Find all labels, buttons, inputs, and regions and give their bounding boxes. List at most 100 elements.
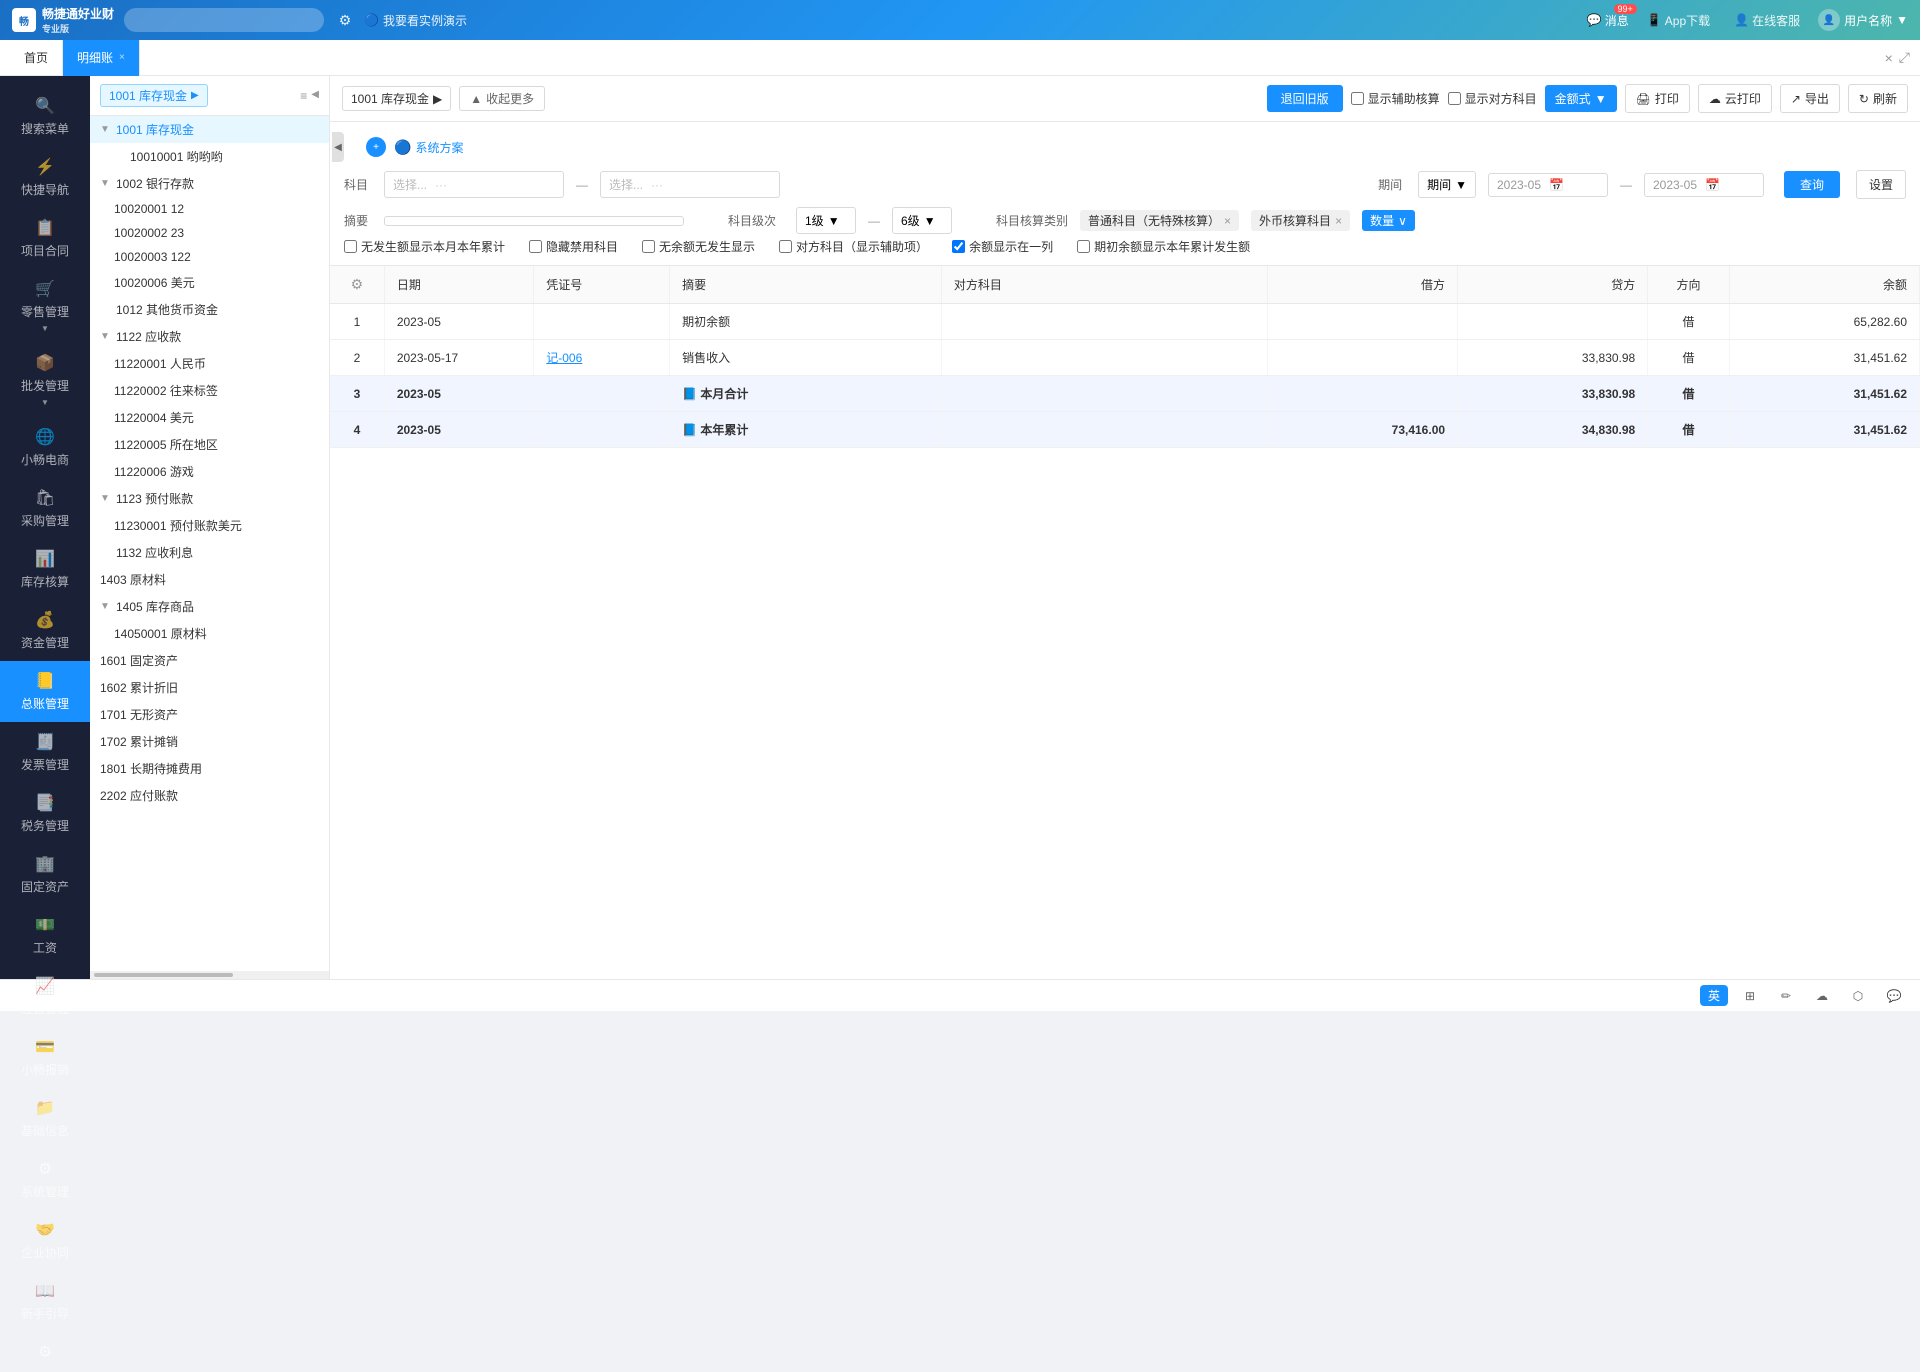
nav-operation[interactable]: 📈 经营管理 <box>0 966 90 1027</box>
user-btn[interactable]: 👤 用户名称 ▼ <box>1818 9 1908 31</box>
category-tag-1-close[interactable]: × <box>1224 214 1231 228</box>
tree-item-1122[interactable]: ▼ 1122 应收款 <box>90 323 329 350</box>
tree-item-1601[interactable]: 1601 固定资产 <box>90 647 329 674</box>
tree-item-11220002[interactable]: 11220002 往来标签 <box>90 377 329 404</box>
tree-item-10020001[interactable]: 10020001 12 <box>90 197 329 221</box>
filter-add-icon[interactable]: + <box>366 137 386 157</box>
tree-item-10020006[interactable]: 10020006 美元 <box>90 269 329 296</box>
cloud-print-btn[interactable]: ☁ 云打印 <box>1698 84 1772 113</box>
tree-item-10020002[interactable]: 10020002 23 <box>90 221 329 245</box>
nav-marketing[interactable]: 💳 小畅报销 <box>0 1027 90 1088</box>
show-opposite-checkbox[interactable] <box>1448 92 1461 105</box>
nav-retail[interactable]: 🛒 零售管理 ▼ <box>0 269 90 343</box>
tree-item-10020003[interactable]: 10020003 122 <box>90 245 329 269</box>
nav-salary[interactable]: 💵 工资 <box>0 905 90 966</box>
tree-item-11220004[interactable]: 11220004 美元 <box>90 404 329 431</box>
nav-inventory[interactable]: 📊 库存核算 <box>0 539 90 600</box>
tree-item-1012[interactable]: 1012 其他货币资金 <box>90 296 329 323</box>
tree-item-2202[interactable]: 2202 应付账款 <box>90 782 329 809</box>
tree-item-1801[interactable]: 1801 长期待摊费用 <box>90 755 329 782</box>
no-balance-checkbox[interactable] <box>642 240 655 253</box>
nav-search[interactable]: 🔍 搜索菜单 <box>0 86 90 147</box>
account-tag[interactable]: 1001 库存现金 ▶ <box>100 84 208 107</box>
subject-input[interactable]: 选择... ··· <box>384 171 564 198</box>
tree-collapse-icon[interactable]: ◀ <box>311 89 319 103</box>
demo-link[interactable]: 🔵 我要看实例演示 <box>364 12 467 29</box>
tab-ledger[interactable]: 明细账 × <box>63 40 140 76</box>
nav-invoice[interactable]: 🧾 发票管理 <box>0 722 90 783</box>
panel-expand-icon[interactable]: ⤢ <box>1899 49 1910 66</box>
bottom-icon-1[interactable]: ⊞ <box>1736 982 1764 1010</box>
tab-close-icon[interactable]: × <box>119 52 125 63</box>
category-tag-1[interactable]: 普通科目（无特殊核算） × <box>1080 210 1239 231</box>
category-tag-2-close[interactable]: × <box>1335 214 1342 228</box>
balance-one-col-check[interactable]: 余额显示在一列 <box>952 238 1053 255</box>
period-type-select[interactable]: 期间 ▼ <box>1418 171 1476 198</box>
no-occurrence-checkbox[interactable] <box>344 240 357 253</box>
notification-btn[interactable]: 💬 消息 99+ <box>1587 12 1629 29</box>
opposite-display-checkbox[interactable] <box>779 240 792 253</box>
nav-basic[interactable]: 📁 基础信息 <box>0 1088 90 1149</box>
tree-item-1132[interactable]: 1132 应收利息 <box>90 539 329 566</box>
query-btn[interactable]: 查询 <box>1784 171 1840 198</box>
beginning-checkbox[interactable] <box>1077 240 1090 253</box>
nav-ledger[interactable]: 📒 总账管理 <box>0 661 90 722</box>
balance-one-col-checkbox[interactable] <box>952 240 965 253</box>
amount-style-btn[interactable]: 金额式 ▼ <box>1545 85 1617 112</box>
tree-item-1701[interactable]: 1701 无形资产 <box>90 701 329 728</box>
show-auxiliary-check[interactable]: 显示辅助核算 <box>1351 90 1440 107</box>
bottom-icon-4[interactable]: ⬡ <box>1844 982 1872 1010</box>
lang-btn[interactable]: 英 <box>1700 985 1728 1006</box>
nav-purchase[interactable]: 🛍 采购管理 <box>0 478 90 539</box>
settings-icon[interactable]: ⚙ <box>334 9 356 31</box>
tree-item-1702[interactable]: 1702 累计摊销 <box>90 728 329 755</box>
opposite-display-check[interactable]: 对方科目（显示辅助项） <box>779 238 928 255</box>
nav-settings-btn[interactable]: ⚙ <box>33 1332 57 1372</box>
tree-item-1602[interactable]: 1602 累计折旧 <box>90 674 329 701</box>
tree-item-10010001[interactable]: 10010001 哟哟哟 <box>90 143 329 170</box>
col-settings-header[interactable]: ⚙ <box>330 266 384 304</box>
nav-enterprise[interactable]: 🤝 企业协同 <box>0 1210 90 1271</box>
category-tag-2[interactable]: 外币核算科目 × <box>1251 210 1350 231</box>
filter-collapse-btn[interactable]: ◀ <box>332 132 344 162</box>
nav-system[interactable]: ⚙ 系统管理 <box>0 1149 90 1210</box>
nav-shortcut[interactable]: ⚡ 快捷导航 <box>0 147 90 208</box>
nav-tax[interactable]: 📑 税务管理 <box>0 783 90 844</box>
period-end-input[interactable]: 2023-05 📅 <box>1644 173 1764 197</box>
summary-input[interactable] <box>384 216 684 226</box>
show-opposite-check[interactable]: 显示对方科目 <box>1448 90 1537 107</box>
no-occurrence-check[interactable]: 无发生额显示本月本年累计 <box>344 238 505 255</box>
nav-project[interactable]: 📋 项目合同 <box>0 208 90 269</box>
tree-item-1403[interactable]: 1403 原材料 <box>90 566 329 593</box>
print-btn[interactable]: 🖨 打印 <box>1625 84 1690 113</box>
tree-item-1002[interactable]: ▼ 1002 银行存款 <box>90 170 329 197</box>
tree-item-14050001[interactable]: 14050001 原材料 <box>90 620 329 647</box>
tree-item-11220001[interactable]: 11220001 人民币 <box>90 350 329 377</box>
tree-item-1001[interactable]: ▼ 1001 库存现金 <box>90 116 329 143</box>
online-service-btn[interactable]: 👤 在线客服 <box>1728 10 1806 31</box>
show-auxiliary-checkbox[interactable] <box>1351 92 1364 105</box>
nav-assets[interactable]: 🏢 固定资产 <box>0 844 90 905</box>
search-input[interactable] <box>124 8 324 32</box>
row-voucher[interactable]: 记-006 <box>534 340 670 376</box>
tree-list-icon[interactable]: ≡ <box>300 89 307 103</box>
nav-ecommerce[interactable]: 🌐 小畅电商 <box>0 417 90 478</box>
setting-btn[interactable]: 设置 <box>1856 170 1906 199</box>
tree-item-11230001[interactable]: 11230001 预付账款美元 <box>90 512 329 539</box>
return-old-btn[interactable]: 退回旧版 <box>1267 85 1343 112</box>
expand-btn[interactable]: ▲ 收起更多 <box>459 86 545 111</box>
settings-gear-icon[interactable]: ⚙ <box>351 276 364 292</box>
level-end-select[interactable]: 6级 ▼ <box>892 207 952 234</box>
tree-item-1405[interactable]: ▼ 1405 库存商品 <box>90 593 329 620</box>
tree-item-1123[interactable]: ▼ 1123 预付账款 <box>90 485 329 512</box>
tree-item-11220006[interactable]: 11220006 游戏 <box>90 458 329 485</box>
tree-scrollbar[interactable] <box>90 971 329 979</box>
category-tag-3[interactable]: 数量 ∨ <box>1362 210 1415 231</box>
bottom-icon-2[interactable]: ✏ <box>1772 982 1800 1010</box>
level-start-select[interactable]: 1级 ▼ <box>796 207 856 234</box>
tab-home[interactable]: 首页 <box>10 40 63 76</box>
nav-capital[interactable]: 💰 资金管理 <box>0 600 90 661</box>
refresh-btn[interactable]: ↻ 刷新 <box>1848 84 1908 113</box>
panel-close-btn[interactable]: × <box>1885 50 1893 66</box>
no-balance-check[interactable]: 无余额无发生显示 <box>642 238 755 255</box>
